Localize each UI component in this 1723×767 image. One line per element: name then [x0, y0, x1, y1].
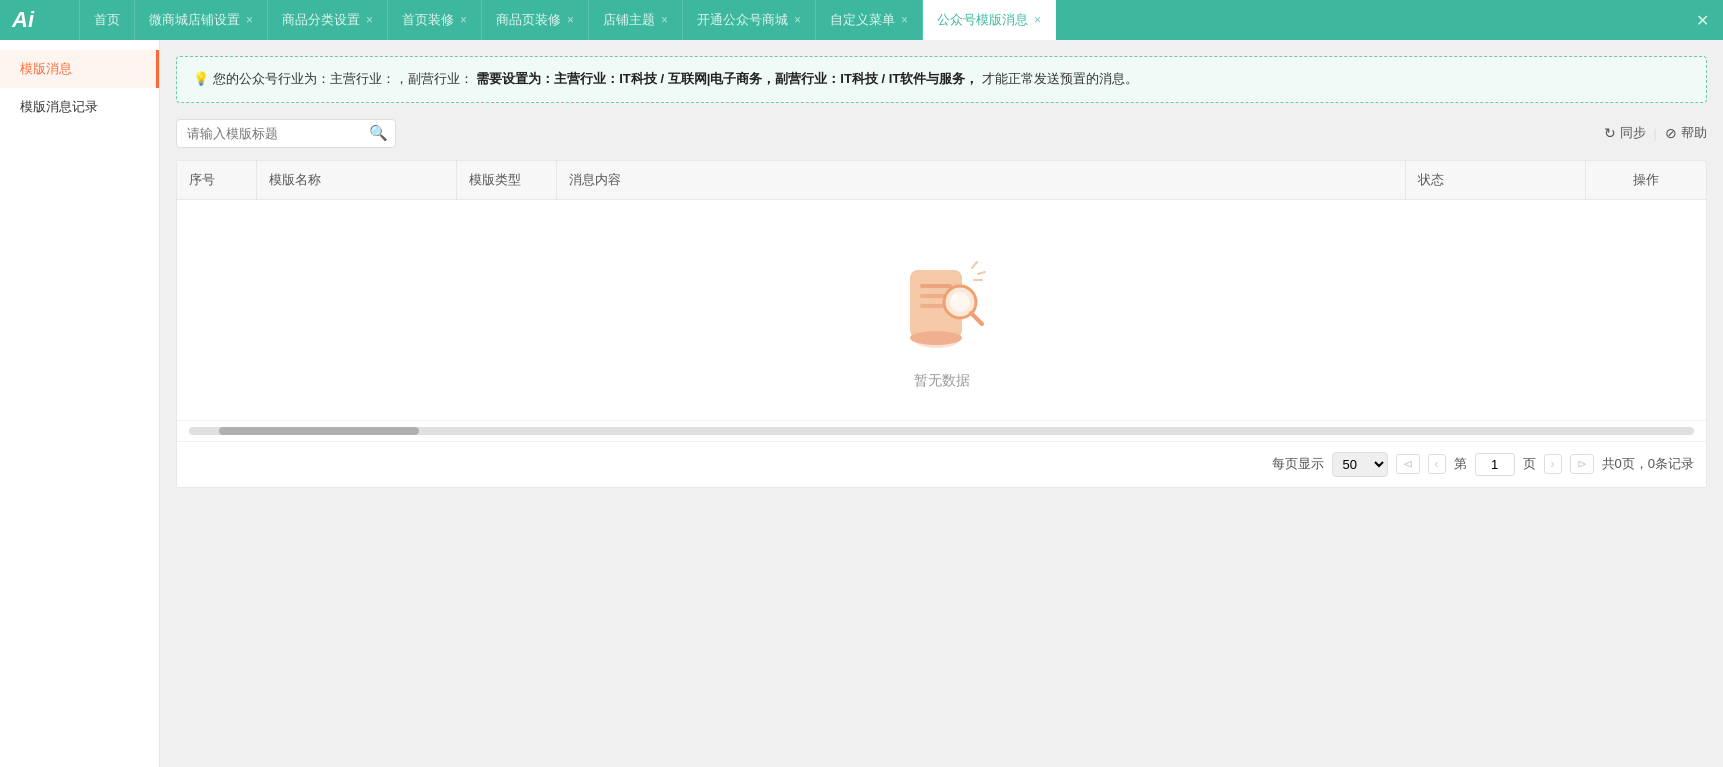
- tab-item-product-decor[interactable]: 商品页装修 ×: [482, 0, 589, 40]
- tab-item-store-theme[interactable]: 店铺主题 ×: [589, 0, 683, 40]
- tab-close-store-theme[interactable]: ×: [661, 14, 668, 26]
- svg-line-8: [971, 313, 982, 324]
- search-icon[interactable]: 🔍: [369, 124, 388, 142]
- notice-icon: 💡: [193, 71, 213, 86]
- tab-label: 店铺主题: [603, 11, 655, 29]
- sidebar: 模版消息模版消息记录: [0, 40, 160, 767]
- th-seq: 序号: [177, 161, 257, 199]
- svg-line-10: [972, 262, 977, 268]
- th-status: 状态: [1406, 161, 1586, 199]
- svg-point-2: [910, 331, 962, 345]
- sync-icon: ↻: [1604, 125, 1616, 141]
- table-wrap: 序号 模版名称 模版类型 消息内容 状态 操作: [176, 160, 1707, 488]
- search-right: ↻ 同步 | ⊘ 帮助: [1604, 124, 1707, 142]
- tab-close-product-decor[interactable]: ×: [567, 14, 574, 26]
- search-left: 🔍: [176, 119, 396, 148]
- svg-rect-3: [920, 284, 952, 288]
- sidebar-item-template-msg-records[interactable]: 模版消息记录: [0, 88, 159, 126]
- notice-prefix: 您的公众号行业为：主营行业：，副营行业：: [213, 71, 473, 86]
- tab-close-shop-setting[interactable]: ×: [246, 14, 253, 26]
- page-label: 第: [1454, 455, 1467, 473]
- scrollbar-track[interactable]: [189, 427, 1694, 435]
- th-content: 消息内容: [557, 161, 1406, 199]
- tab-label: 首页: [94, 11, 120, 29]
- help-button[interactable]: ⊘ 帮助: [1665, 124, 1707, 142]
- page-last-button[interactable]: ⊳: [1570, 454, 1594, 474]
- page-suffix: 页: [1523, 455, 1536, 473]
- tab-label: 自定义菜单: [830, 11, 895, 29]
- empty-illustration: [882, 240, 1002, 360]
- main-layout: 模版消息模版消息记录 💡 您的公众号行业为：主营行业：，副营行业： 需要设置为：…: [0, 40, 1723, 767]
- sync-button[interactable]: ↻ 同步: [1604, 124, 1646, 142]
- page-prev-button[interactable]: ‹: [1428, 454, 1446, 474]
- notice-highlight: 需要设置为：主营行业：IT科技 / 互联网|电子商务，副营行业：IT科技 / I…: [476, 71, 978, 86]
- page-next-button[interactable]: ›: [1544, 454, 1562, 474]
- tab-bar: Ai 首页微商城店铺设置×商品分类设置×首页装修×商品页装修×店铺主题×开通公众…: [0, 0, 1723, 40]
- tab-close-home-decor[interactable]: ×: [460, 14, 467, 26]
- total-info: 共0页，0条记录: [1602, 455, 1694, 473]
- page-size-label: 每页显示: [1272, 455, 1324, 473]
- search-input-wrap: 🔍: [176, 119, 396, 148]
- sidebar-item-template-msg[interactable]: 模版消息: [0, 50, 159, 88]
- tab-label: 微商城店铺设置: [149, 11, 240, 29]
- brand-logo: Ai: [0, 0, 80, 40]
- tab-label: 首页装修: [402, 11, 454, 29]
- th-action: 操作: [1586, 161, 1706, 199]
- notice-suffix: 才能正常发送预置的消息。: [982, 71, 1138, 86]
- search-bar: 🔍 ↻ 同步 | ⊘ 帮助: [176, 119, 1707, 148]
- svg-line-11: [978, 272, 985, 274]
- sidebar-items: 模版消息模版消息记录: [0, 50, 159, 126]
- tab-close-template-msg[interactable]: ×: [1034, 14, 1041, 26]
- tab-item-shop-setting[interactable]: 微商城店铺设置 ×: [135, 0, 268, 40]
- tab-item-home[interactable]: 首页: [80, 0, 135, 40]
- tab-item-home-decor[interactable]: 首页装修 ×: [388, 0, 482, 40]
- notice-banner: 💡 您的公众号行业为：主营行业：，副营行业： 需要设置为：主营行业：IT科技 /…: [176, 56, 1707, 103]
- tab-label: 开通公众号商城: [697, 11, 788, 29]
- tab-close-open-mall[interactable]: ×: [794, 14, 801, 26]
- tab-item-custom-menu[interactable]: 自定义菜单 ×: [816, 0, 923, 40]
- help-label: 帮助: [1681, 124, 1707, 142]
- table-header: 序号 模版名称 模版类型 消息内容 状态 操作: [177, 161, 1706, 200]
- tab-label: 公众号模版消息: [937, 11, 1028, 29]
- tab-item-template-msg[interactable]: 公众号模版消息 ×: [923, 0, 1056, 40]
- th-name: 模版名称: [257, 161, 457, 199]
- empty-state: 暂无数据: [177, 200, 1706, 420]
- page-first-button[interactable]: ⊲: [1396, 454, 1420, 474]
- tab-item-category-setting[interactable]: 商品分类设置 ×: [268, 0, 388, 40]
- tabs-container: 首页微商城店铺设置×商品分类设置×首页装修×商品页装修×店铺主题×开通公众号商城…: [80, 0, 1682, 40]
- page-size-select[interactable]: 102050100: [1332, 452, 1388, 477]
- svg-rect-4: [920, 294, 946, 298]
- scrollbar-thumb[interactable]: [219, 427, 419, 435]
- sync-label: 同步: [1620, 124, 1646, 142]
- page-input[interactable]: [1475, 453, 1515, 476]
- search-input[interactable]: [176, 119, 396, 148]
- tab-label: 商品页装修: [496, 11, 561, 29]
- scrollbar-row: [177, 420, 1706, 441]
- divider: |: [1654, 126, 1657, 141]
- tab-close-custom-menu[interactable]: ×: [901, 14, 908, 26]
- th-type: 模版类型: [457, 161, 557, 199]
- tab-close-category-setting[interactable]: ×: [366, 14, 373, 26]
- content-area: 💡 您的公众号行业为：主营行业：，副营行业： 需要设置为：主营行业：IT科技 /…: [160, 40, 1723, 767]
- tab-label: 商品分类设置: [282, 11, 360, 29]
- tab-item-open-mall[interactable]: 开通公众号商城 ×: [683, 0, 816, 40]
- help-icon: ⊘: [1665, 125, 1677, 141]
- svg-point-9: [952, 294, 958, 300]
- empty-text: 暂无数据: [914, 372, 970, 390]
- pagination-row: 每页显示 102050100 ⊲ ‹ 第 页 › ⊳ 共0页，0条记录: [177, 441, 1706, 487]
- close-all-button[interactable]: ✕: [1682, 11, 1723, 30]
